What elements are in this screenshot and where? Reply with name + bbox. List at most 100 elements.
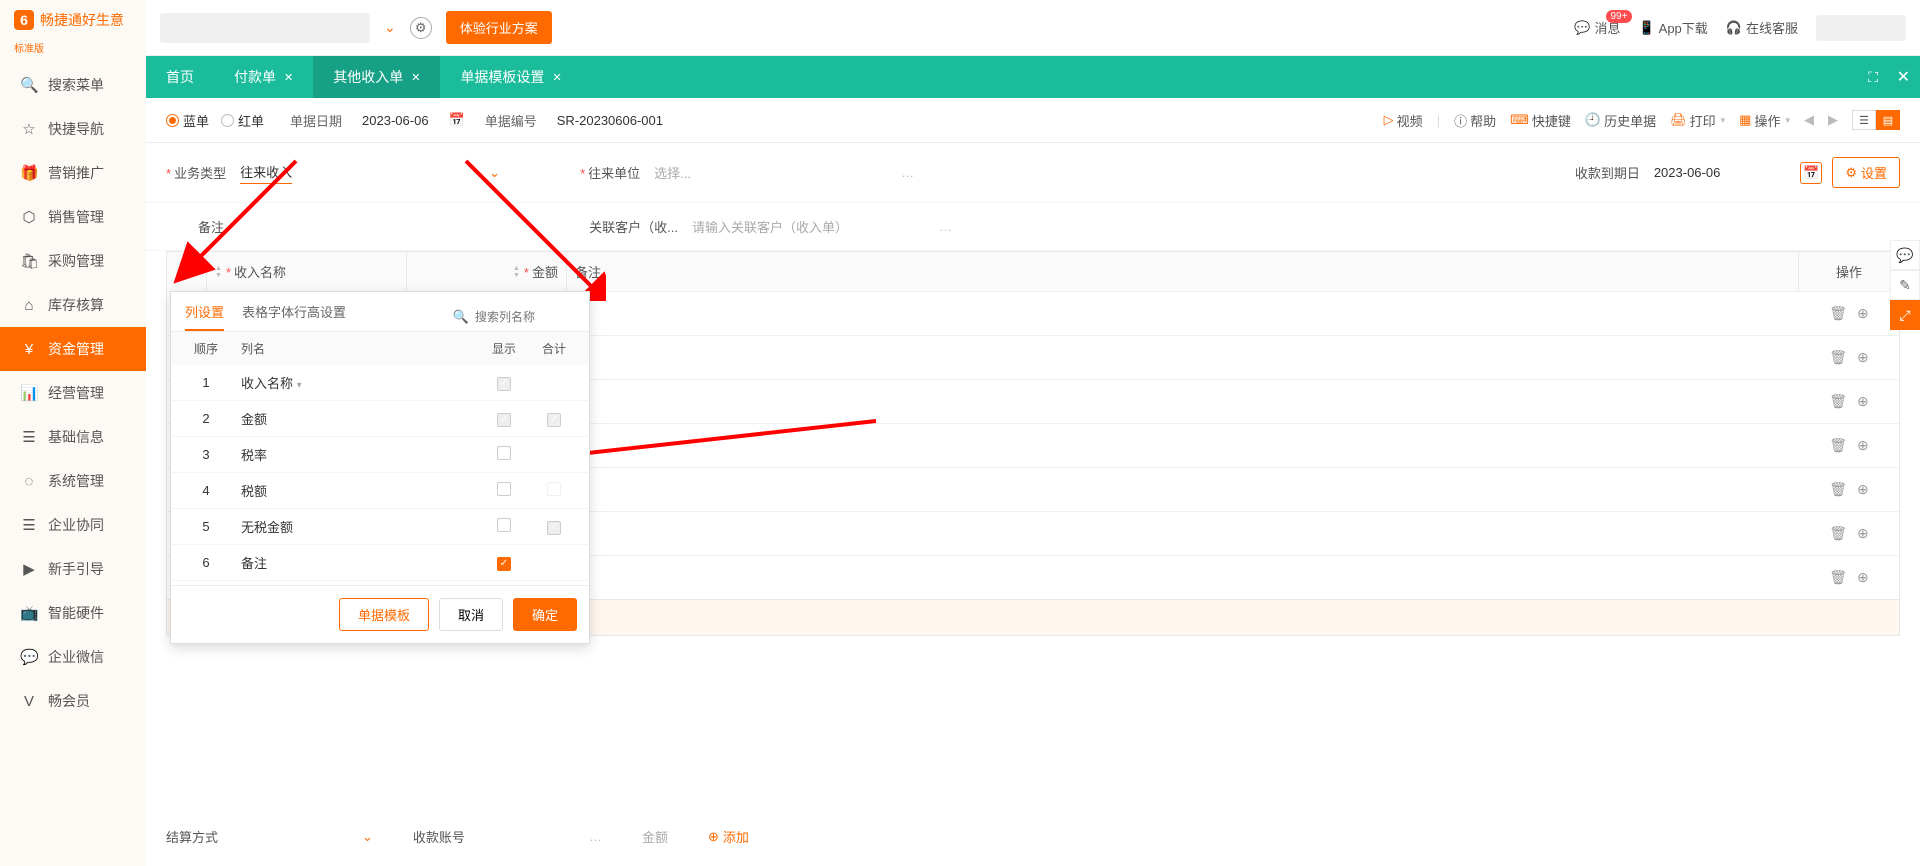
sum-checkbox[interactable]: ✓ xyxy=(529,410,579,427)
tab-payment[interactable]: 付款单✕ xyxy=(214,56,313,98)
ops-button[interactable]: ▦操作▾ xyxy=(1739,111,1790,130)
delete-icon[interactable]: 🗑 xyxy=(1829,393,1847,410)
next-icon[interactable]: ▶ xyxy=(1828,112,1838,128)
show-checkbox[interactable] xyxy=(479,482,529,499)
sidebar-quick-nav[interactable]: ☆快捷导航 xyxy=(0,107,146,151)
col-amount[interactable]: ▲▼金额 xyxy=(407,252,567,291)
more-icon[interactable]: … xyxy=(939,219,952,234)
partner-select[interactable]: 选择...… xyxy=(654,163,914,182)
sort-icon[interactable]: ▲▼ xyxy=(215,265,222,279)
popup-search-input[interactable] xyxy=(475,310,575,324)
delete-icon[interactable]: 🗑 xyxy=(1829,481,1847,498)
video-button[interactable]: ▷视频 xyxy=(1384,111,1423,130)
add-row-icon[interactable]: ⊕ xyxy=(1857,393,1869,410)
sidebar-collab[interactable]: ☰企业协同 xyxy=(0,503,146,547)
shortcut-button[interactable]: ⌨快捷键 xyxy=(1510,111,1571,130)
add-row-icon[interactable]: ⊕ xyxy=(1857,305,1869,322)
popup-column-row[interactable]: 6 备注 ✓ xyxy=(171,545,589,581)
add-row-icon[interactable]: ⊕ xyxy=(1857,569,1869,586)
sidebar-wechat[interactable]: 💬企业微信 xyxy=(0,635,146,679)
tab-home[interactable]: 首页 xyxy=(146,56,214,98)
settings-button[interactable]: ⚙设置 xyxy=(1832,157,1900,188)
tab-other-income[interactable]: 其他收入单✕ xyxy=(313,56,440,98)
popup-column-row[interactable]: 1 收入名称 ▾ ✓ xyxy=(171,365,589,401)
org-selector[interactable] xyxy=(160,13,370,43)
view-list[interactable]: ☰ xyxy=(1852,110,1876,130)
add-row-icon[interactable]: ⊕ xyxy=(1857,525,1869,542)
more-icon[interactable]: … xyxy=(901,165,914,180)
show-checkbox[interactable]: ✓ xyxy=(479,554,529,571)
radio-blue[interactable]: 蓝单 xyxy=(166,111,209,130)
column-settings-button[interactable]: ⚙ xyxy=(167,252,207,291)
rel-cust-input[interactable]: 请输入关联客户（收入单）… xyxy=(692,217,952,236)
sidebar-guide[interactable]: ▶新手引导 xyxy=(0,547,146,591)
sidebar-marketing[interactable]: 🎁营销推广 xyxy=(0,151,146,195)
note-float-icon[interactable]: 💬 xyxy=(1890,240,1920,270)
popup-tab-style[interactable]: 表格字体行高设置 xyxy=(242,302,346,331)
add-row-icon[interactable]: ⊕ xyxy=(1857,349,1869,366)
cancel-button[interactable]: 取消 xyxy=(439,598,503,631)
add-row-icon[interactable]: ⊕ xyxy=(1857,437,1869,454)
col-income-name[interactable]: ▲▼收入名称 xyxy=(207,252,407,291)
more-icon[interactable]: … xyxy=(589,829,602,844)
popup-column-row[interactable]: 5 无税金额 ✓ xyxy=(171,509,589,545)
show-checkbox[interactable]: ✓ xyxy=(479,410,529,427)
chevron-down-icon[interactable]: ⌄ xyxy=(362,829,373,845)
sidebar-purchase[interactable]: 🛍采购管理 xyxy=(0,239,146,283)
view-detail[interactable]: ▤ xyxy=(1876,110,1900,130)
sidebar-business[interactable]: 📊经营管理 xyxy=(0,371,146,415)
add-settlement-button[interactable]: ⊕添加 xyxy=(708,827,749,846)
popup-column-row[interactable]: 7 核销金额 xyxy=(171,581,589,585)
help-button[interactable]: ⓘ帮助 xyxy=(1454,111,1496,130)
gear-icon[interactable]: ⚙ xyxy=(410,17,432,39)
try-industry-button[interactable]: 体验行业方案 xyxy=(446,11,552,44)
expand-float-icon[interactable]: ⤢ xyxy=(1890,300,1920,330)
history-button[interactable]: 🕘历史单据 xyxy=(1585,111,1656,130)
biz-type-select[interactable]: 往来收入⌄ xyxy=(240,162,500,184)
sidebar-hardware[interactable]: 📺智能硬件 xyxy=(0,591,146,635)
close-icon[interactable]: ✕ xyxy=(552,71,561,84)
sidebar-basic[interactable]: ☰基础信息 xyxy=(0,415,146,459)
tab-template[interactable]: 单据模板设置✕ xyxy=(440,56,581,98)
user-menu[interactable] xyxy=(1816,15,1906,41)
messages-button[interactable]: 💬 消息 99+ xyxy=(1574,18,1620,37)
confirm-button[interactable]: 确定 xyxy=(513,598,577,631)
popup-column-row[interactable]: 4 税额 xyxy=(171,473,589,509)
popup-column-row[interactable]: 2 金额 ✓ ✓ xyxy=(171,401,589,437)
popup-tab-columns[interactable]: 列设置 xyxy=(185,302,224,331)
template-button[interactable]: 单据模板 xyxy=(339,598,429,631)
sidebar-finance[interactable]: ¥资金管理 xyxy=(0,327,146,371)
date-value[interactable]: 2023-06-06 xyxy=(362,113,429,128)
popup-search[interactable]: 🔍 xyxy=(453,302,575,331)
sidebar-inventory[interactable]: ⌂库存核算 xyxy=(0,283,146,327)
close-all-icon[interactable]: ✕ xyxy=(1897,67,1910,87)
sidebar-member[interactable]: V畅会员 xyxy=(0,679,146,723)
popup-column-row[interactable]: 3 税率 xyxy=(171,437,589,473)
close-icon[interactable]: ✕ xyxy=(411,71,420,84)
show-checkbox[interactable] xyxy=(479,446,529,463)
chevron-down-icon[interactable]: ⌄ xyxy=(384,19,396,36)
delete-icon[interactable]: 🗑 xyxy=(1829,349,1847,366)
delete-icon[interactable]: 🗑 xyxy=(1829,569,1847,586)
sum-checkbox[interactable]: ✓ xyxy=(529,518,579,535)
close-icon[interactable]: ✕ xyxy=(284,71,293,84)
sidebar-sales[interactable]: ⬡销售管理 xyxy=(0,195,146,239)
expand-icon[interactable]: ⛶ xyxy=(1868,69,1878,86)
show-checkbox[interactable]: ✓ xyxy=(479,374,529,391)
online-service-button[interactable]: 🎧在线客服 xyxy=(1726,18,1798,37)
radio-red[interactable]: 红单 xyxy=(221,111,264,130)
sidebar-search-menu[interactable]: 🔍搜索菜单 xyxy=(0,63,146,107)
app-download-button[interactable]: 📱App下载 xyxy=(1638,18,1707,37)
sort-icon[interactable]: ▲▼ xyxy=(513,265,520,279)
calendar-button[interactable]: 📅 xyxy=(1800,162,1822,184)
show-checkbox[interactable] xyxy=(479,518,529,535)
edit-float-icon[interactable]: ✎ xyxy=(1890,270,1920,300)
sum-checkbox[interactable] xyxy=(529,482,579,499)
delete-icon[interactable]: 🗑 xyxy=(1829,525,1847,542)
sidebar-system[interactable]: ◌系统管理 xyxy=(0,459,146,503)
delete-icon[interactable]: 🗑 xyxy=(1829,305,1847,322)
calendar-icon[interactable]: 📅 xyxy=(449,112,465,128)
print-button[interactable]: 🖨打印▾ xyxy=(1670,111,1725,130)
prev-icon[interactable]: ◀ xyxy=(1804,112,1814,128)
add-row-icon[interactable]: ⊕ xyxy=(1857,481,1869,498)
